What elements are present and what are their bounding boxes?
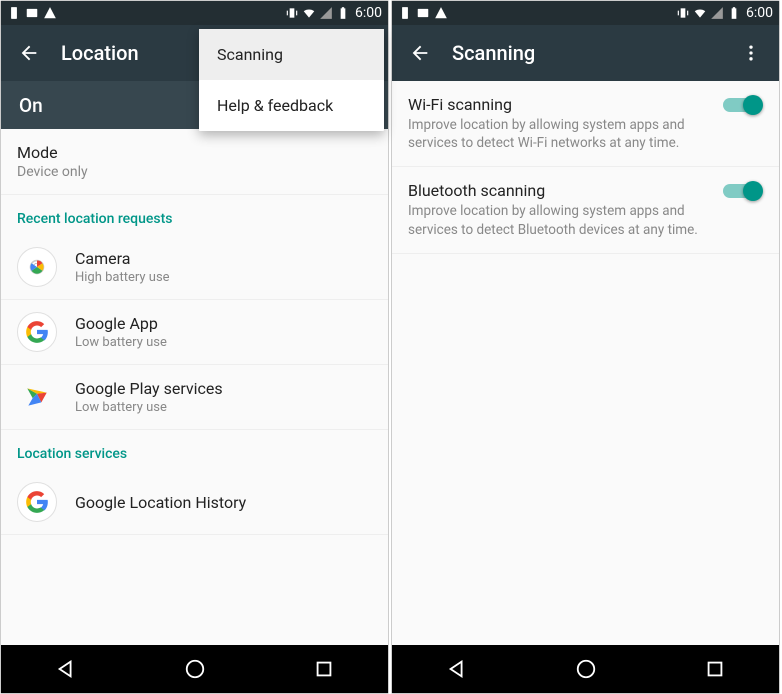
nav-bar — [392, 645, 779, 693]
page-title: Scanning — [452, 41, 731, 65]
image-icon — [25, 6, 39, 20]
status-bar: 6:00 — [392, 1, 779, 25]
battery-icon — [727, 6, 741, 20]
bt-title: Bluetooth scanning — [408, 181, 711, 200]
warning-icon — [43, 6, 57, 20]
battery-icon — [336, 6, 350, 20]
bt-scanning-row[interactable]: Bluetooth scanning Improve location by a… — [392, 167, 779, 253]
master-switch-label: On — [19, 94, 43, 117]
content-list: Mode Device only Recent location request… — [1, 129, 388, 645]
bt-desc: Improve location by allowing system apps… — [408, 202, 711, 238]
back-button[interactable] — [9, 33, 49, 73]
nav-home-button[interactable] — [551, 658, 621, 680]
service-name: Google Location History — [75, 493, 372, 512]
signal-icon — [710, 6, 724, 20]
vibrate-icon — [676, 6, 690, 20]
nav-recents-button[interactable] — [680, 658, 750, 680]
bt-toggle[interactable] — [723, 181, 763, 201]
service-row-location-history[interactable]: Google Location History — [1, 470, 388, 535]
wifi-title: Wi-Fi scanning — [408, 95, 711, 114]
image-icon — [416, 6, 430, 20]
status-time: 6:00 — [355, 5, 382, 21]
app-bar: Scanning — [392, 25, 779, 81]
overflow-menu: Scanning Help & feedback — [199, 29, 384, 131]
nav-back-button[interactable] — [31, 658, 101, 680]
vibrate-icon — [285, 6, 299, 20]
menu-item-scanning[interactable]: Scanning — [199, 29, 384, 80]
status-bar: 6:00 — [1, 1, 388, 25]
app-sub: Low battery use — [75, 335, 372, 350]
app-name: Google App — [75, 314, 372, 333]
wifi-icon — [693, 6, 707, 20]
nav-back-button[interactable] — [422, 658, 492, 680]
mode-title: Mode — [17, 143, 372, 162]
app-name: Camera — [75, 249, 372, 268]
warning-icon — [434, 6, 448, 20]
nav-bar — [1, 645, 388, 693]
wifi-icon — [302, 6, 316, 20]
nav-recents-button[interactable] — [289, 658, 359, 680]
camera-icon — [17, 247, 57, 287]
category-recent: Recent location requests — [1, 195, 388, 235]
menu-item-help[interactable]: Help & feedback — [199, 80, 384, 131]
play-services-icon — [17, 377, 57, 417]
app-row-play-services[interactable]: Google Play services Low battery use — [1, 365, 388, 430]
app-row-camera[interactable]: Camera High battery use — [1, 235, 388, 300]
overflow-button[interactable] — [731, 33, 771, 73]
mode-row[interactable]: Mode Device only — [1, 129, 388, 195]
wifi-toggle[interactable] — [723, 95, 763, 115]
wifi-desc: Improve location by allowing system apps… — [408, 116, 711, 152]
app-sub: Low battery use — [75, 400, 372, 415]
content-list: Wi-Fi scanning Improve location by allow… — [392, 81, 779, 645]
back-button[interactable] — [400, 33, 440, 73]
wifi-scanning-row[interactable]: Wi-Fi scanning Improve location by allow… — [392, 81, 779, 167]
sim-icon — [7, 6, 21, 20]
status-time: 6:00 — [746, 5, 773, 21]
category-services: Location services — [1, 430, 388, 470]
app-row-google[interactable]: Google App Low battery use — [1, 300, 388, 365]
app-sub: High battery use — [75, 270, 372, 285]
signal-icon — [319, 6, 333, 20]
nav-home-button[interactable] — [160, 658, 230, 680]
app-name: Google Play services — [75, 379, 372, 398]
sim-icon — [398, 6, 412, 20]
google-icon — [17, 312, 57, 352]
google-icon — [17, 482, 57, 522]
mode-value: Device only — [17, 164, 372, 180]
